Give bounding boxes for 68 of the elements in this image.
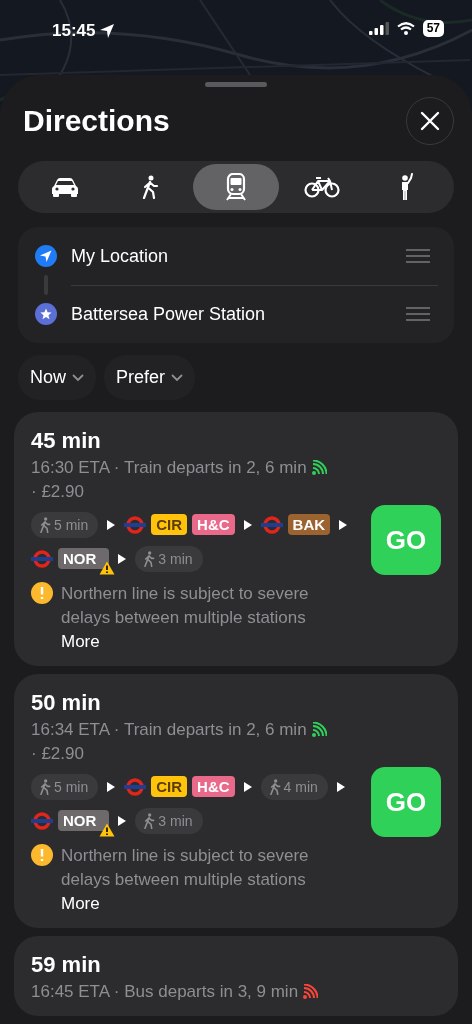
walk-segment: 3 min [135,546,203,572]
walk-segment: 5 min [31,774,99,800]
drag-handle-icon[interactable] [406,307,430,321]
alert-text: Northern line is subject to severe delays between multiple stations [61,845,310,891]
walking-person-icon [141,175,160,199]
filter-dropdown[interactable]: Prefer [104,355,196,400]
route-details: 16:45 ETA · Bus departs in 3, 9 min [31,981,299,1003]
tram-icon [225,173,247,201]
arrow-right-icon [118,816,127,826]
route-details: 16:30 ETA · Train departs in 2, 6 min [31,457,307,479]
line-badge: CIR [151,514,188,535]
route-fare: · £2.90 [31,743,85,765]
arrow-right-icon [243,782,252,792]
more-link[interactable]: More [61,630,346,654]
walking-person-icon [268,779,281,795]
clock-time: 15:45 [52,20,96,42]
underground-roundel-icon [124,516,147,534]
walk-segment: 4 min [260,774,328,800]
line-badge: H&C [192,776,235,797]
person-waving-icon [400,173,415,201]
line-badge: NOR [58,810,110,831]
walking-person-icon [143,813,156,829]
alert-icon [31,582,53,604]
arrow-right-icon [243,520,252,530]
route-card[interactable]: 45 min 16:30 ETA · Train departs in 2, 6 min · £2.90 5 min CIR H&C BAK NOR 3 min Northern line is subject to severe delays between multiple stations More GO [14,412,458,666]
close-icon [420,111,440,131]
walk-segment: 3 min [135,808,203,834]
underground-roundel-icon [31,812,53,830]
arrow-right-icon [339,520,348,530]
bicycle-icon [303,176,340,198]
underground-roundel-icon [124,778,147,796]
route-fare: · £2.90 [31,481,85,503]
line-badge: NOR [58,548,110,569]
more-link[interactable]: More [61,892,346,916]
walk-segment: 5 min [31,512,99,538]
route-duration: 45 min [31,427,102,455]
close-button[interactable] [406,97,454,145]
route-details: 16:34 ETA · Train departs in 2, 6 min [31,719,307,741]
arrow-right-icon [107,520,116,530]
signal-icon [368,22,389,35]
filter-dropdown[interactable]: Now [18,355,96,400]
alert-text: Northern line is subject to severe delays between multiple stations [61,583,310,629]
underground-roundel-icon [260,516,283,534]
alert-icon [31,844,53,866]
underground-roundel-icon [31,550,53,568]
car-icon [50,177,79,197]
drag-handle-icon[interactable] [406,249,430,263]
walking-person-icon [39,779,51,795]
route-duration: 50 min [31,689,102,717]
mode-tab[interactable] [193,164,279,210]
walking-person-icon [143,551,156,567]
arrow-right-icon [336,782,345,792]
line-badge: H&C [192,514,235,535]
route-card[interactable]: 50 min 16:34 ETA · Train departs in 2, 6 min · £2.90 5 min CIR H&C 4 min NOR 3 min Northern line is subject to severe delays between multiple stations More GO [14,674,458,928]
location-arrow-icon [99,23,116,39]
route-duration: 59 min [31,951,102,979]
chevron-down-icon [72,373,84,382]
wifi-icon [396,22,415,35]
arrow-right-icon [118,554,127,564]
route-card[interactable]: 59 min 16:45 ETA · Bus departs in 3, 9 min [14,936,458,1016]
location-text[interactable]: My Location [71,242,406,270]
line-badge: CIR [151,776,188,797]
location-text[interactable]: Battersea Power Station [71,300,406,328]
walking-person-icon [39,517,51,533]
sheet-title: Directions [23,103,170,139]
chevron-down-icon [171,373,184,382]
line-badge: BAK [287,514,331,535]
arrow-right-icon [107,782,116,792]
